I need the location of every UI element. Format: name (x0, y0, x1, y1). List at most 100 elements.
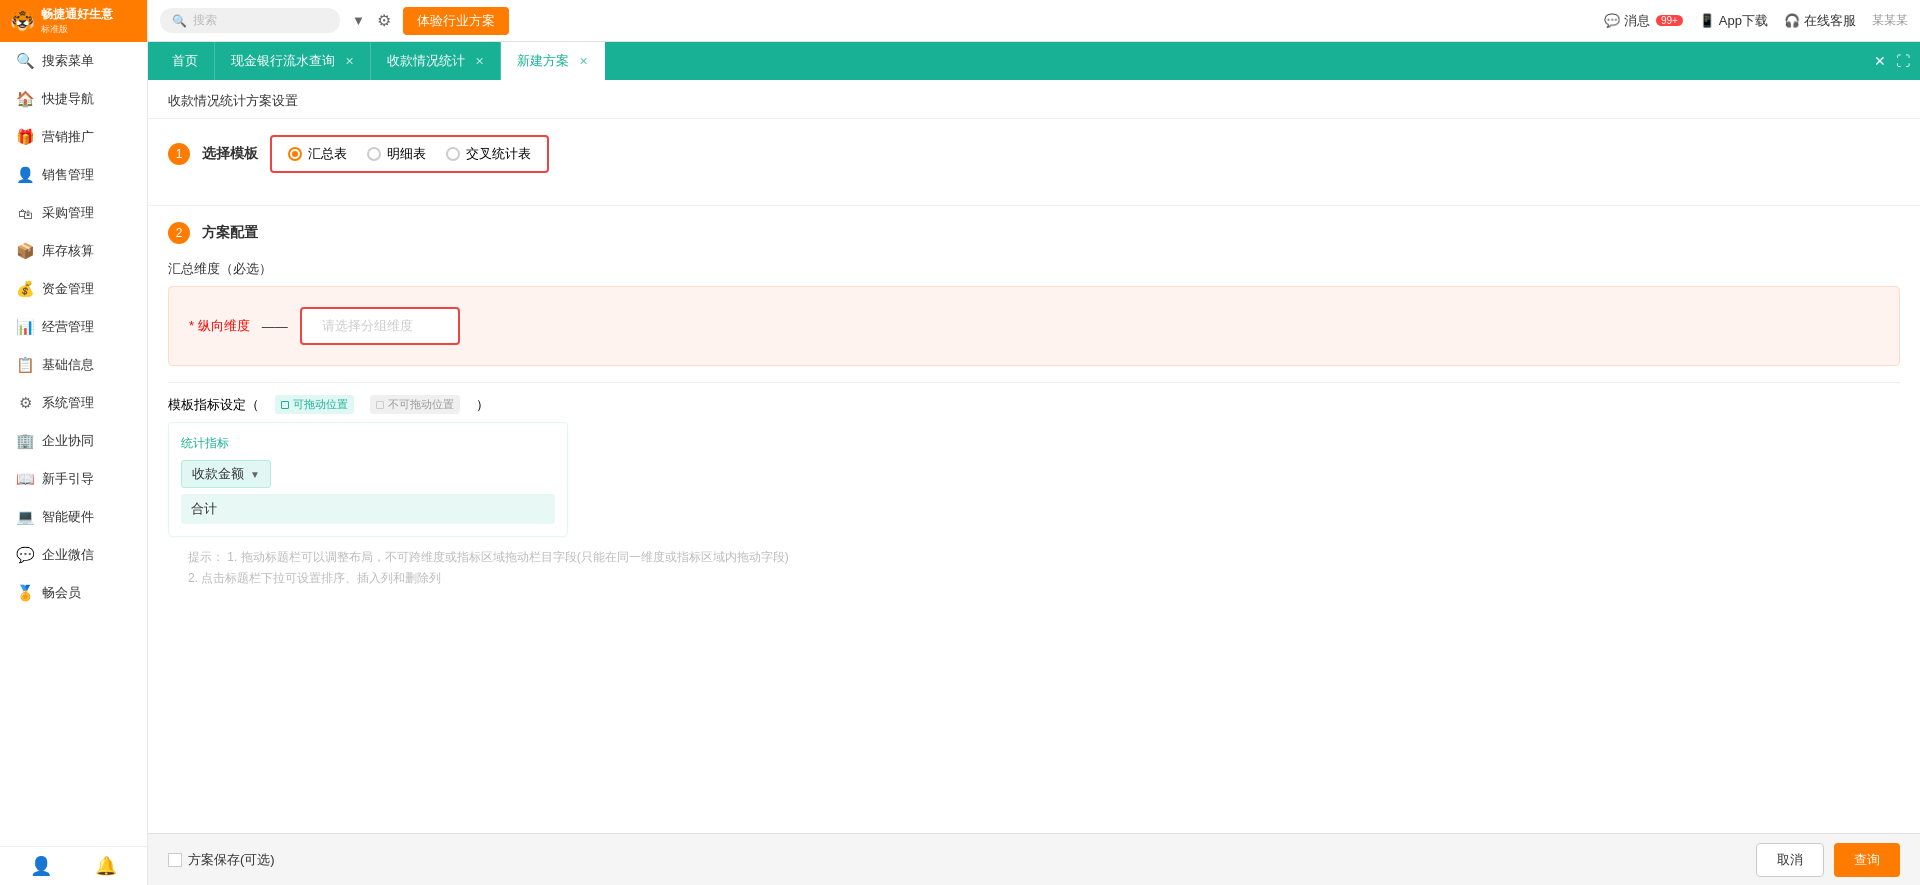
sidebar-item-member[interactable]: 🏅 畅会员 (0, 574, 147, 612)
dim-arrow: —— (262, 319, 288, 334)
close-all-tabs-icon[interactable]: ✕ (1874, 53, 1886, 69)
tab-bank-flow[interactable]: 现金银行流水查询 ✕ (215, 42, 371, 80)
step2-row: 2 方案配置 (168, 222, 1900, 244)
support-icon: 🎧 (1784, 13, 1800, 28)
sidebar-bottom-icon2[interactable]: 🔔 (95, 855, 117, 877)
sidebar-label-basic-info: 基础信息 (42, 356, 94, 374)
sidebar-label-wechat: 企业微信 (42, 546, 94, 564)
step1-circle: 1 (168, 143, 190, 165)
sidebar-item-quick-nav[interactable]: 🏠 快捷导航 (0, 80, 147, 118)
sidebar-label-smart-hw: 智能硬件 (42, 508, 94, 526)
sidebar-item-smart-hw[interactable]: 💻 智能硬件 (0, 498, 147, 536)
username: 某某某 (1872, 12, 1908, 29)
sidebar-item-operation[interactable]: 📊 经营管理 (0, 308, 147, 346)
topbar-gear-icon[interactable]: ⚙ (377, 11, 391, 30)
topbar-dropdown-arrow[interactable]: ▼ (352, 13, 365, 28)
vertical-dim-label: * 纵向维度 (189, 317, 250, 335)
sidebar-item-sales[interactable]: 👤 销售管理 (0, 156, 147, 194)
metric-chip[interactable]: 收款金额 ▼ (181, 460, 271, 488)
radio-detail[interactable]: 明细表 (367, 145, 426, 163)
sidebar-item-enterprise[interactable]: 🏢 企业协同 (0, 422, 147, 460)
draggable-badge: 可拖动位置 (275, 395, 354, 414)
metrics-close: ） (476, 396, 489, 414)
radio-cross[interactable]: 交叉统计表 (446, 145, 531, 163)
content-area: 收款情况统计方案设置 1 选择模板 汇总表 (148, 80, 1920, 833)
tip1: 提示： 1. 拖动标题栏可以调整布局，不可跨维度或指标区域拖动栏目字段(只能在同… (188, 549, 1880, 566)
sidebar-item-inventory[interactable]: 📦 库存核算 (0, 232, 147, 270)
sidebar-logo: 🐯 畅捷通好生意 标准版 (0, 0, 147, 42)
metrics-label-row: 模板指标设定（ 可拖动位置 不可拖动位置 ） (168, 395, 1900, 414)
sidebar-item-finance[interactable]: 💰 资金管理 (0, 270, 147, 308)
dim-selector[interactable]: 请选择分组维度 (300, 307, 460, 345)
sidebar-item-purchase[interactable]: 🛍 采购管理 (0, 194, 147, 232)
logo-text: 畅捷通好生意 (41, 6, 113, 23)
sidebar-label-member: 畅会员 (42, 584, 81, 602)
sales-icon: 👤 (16, 166, 34, 184)
tab-new-plan-label: 新建方案 (517, 52, 569, 70)
sidebar-item-newbie[interactable]: 📖 新手引导 (0, 460, 147, 498)
search-placeholder: 搜索 (193, 12, 217, 29)
topbar: 🔍 搜索 ▼ ⚙ 体验行业方案 💬 消息 99+ 📱 App下载 🎧 在线客服 … (148, 0, 1920, 42)
tab-new-plan-close-icon[interactable]: ✕ (579, 55, 588, 68)
notification-item[interactable]: 💬 消息 99+ (1604, 12, 1683, 30)
sidebar-label-inventory: 库存核算 (42, 242, 94, 260)
sidebar-bottom-icon1[interactable]: 👤 (30, 855, 52, 877)
radio-summary-dot (292, 151, 298, 157)
non-draggable-badge: 不可拖动位置 (370, 395, 460, 414)
trial-button[interactable]: 体验行业方案 (403, 7, 509, 35)
download-item[interactable]: 📱 App下载 (1699, 12, 1768, 30)
tab-bar: 首页 现金银行流水查询 ✕ 收款情况统计 ✕ 新建方案 ✕ ✕ ⛶ (148, 42, 1920, 80)
tab-bank-flow-close-icon[interactable]: ✕ (345, 55, 354, 68)
sidebar-label-system: 系统管理 (42, 394, 94, 412)
support-item[interactable]: 🎧 在线客服 (1784, 12, 1856, 30)
sidebar-label-quick-nav: 快捷导航 (42, 90, 94, 108)
system-icon: ⚙ (16, 394, 34, 412)
query-button[interactable]: 查询 (1834, 843, 1900, 877)
sidebar: 🐯 畅捷通好生意 标准版 🔍 搜索菜单 🏠 快捷导航 🎁 营销推广 👤 销售管理… (0, 0, 148, 885)
save-checkbox[interactable] (168, 853, 182, 867)
sidebar-item-search-menu[interactable]: 🔍 搜索菜单 (0, 42, 147, 80)
sidebar-label-operation: 经营管理 (42, 318, 94, 336)
logo-badge: 标准版 (41, 23, 113, 36)
metric-chip-down-icon: ▼ (250, 469, 260, 480)
save-option: 方案保存(可选) (168, 851, 275, 869)
draggable-label: 可拖动位置 (293, 397, 348, 412)
search-menu-icon: 🔍 (16, 52, 34, 70)
config-area: 汇总维度（必选） * 纵向维度 —— 请选择分组维度 模板指标设定（ (168, 260, 1900, 603)
non-draggable-label: 不可拖动位置 (388, 397, 454, 412)
notification-badge: 99+ (1656, 15, 1683, 26)
tips-section: 提示： 1. 拖动标题栏可以调整布局，不可跨维度或指标区域拖动栏目字段(只能在同… (168, 537, 1900, 603)
tab-receipt-stat[interactable]: 收款情况统计 ✕ (371, 42, 501, 80)
download-icon: 📱 (1699, 13, 1715, 28)
tab-receipt-stat-close-icon[interactable]: ✕ (475, 55, 484, 68)
enterprise-icon: 🏢 (16, 432, 34, 450)
vertical-dim-row: * 纵向维度 —— 请选择分组维度 (189, 307, 1879, 345)
tab-home[interactable]: 首页 (148, 42, 215, 80)
sidebar-item-marketing[interactable]: 🎁 营销推广 (0, 118, 147, 156)
save-label: 方案保存(可选) (188, 851, 275, 869)
search-box[interactable]: 🔍 搜索 (160, 8, 340, 33)
cancel-button[interactable]: 取消 (1756, 843, 1824, 877)
template-selector: 汇总表 明细表 交叉统计表 (270, 135, 549, 173)
sidebar-label-marketing: 营销推广 (42, 128, 94, 146)
sidebar-label-finance: 资金管理 (42, 280, 94, 298)
metric-chip-label: 收款金额 (192, 465, 244, 483)
tab-bank-flow-label: 现金银行流水查询 (231, 52, 335, 70)
sidebar-bottom: 👤 🔔 (0, 846, 147, 885)
step2-circle: 2 (168, 222, 190, 244)
dimension-box: * 纵向维度 —— 请选择分组维度 (168, 286, 1900, 366)
sidebar-item-wechat[interactable]: 💬 企业微信 (0, 536, 147, 574)
metric-total-row: 合计 (181, 494, 555, 524)
inventory-icon: 📦 (16, 242, 34, 260)
tab-home-label: 首页 (172, 52, 198, 70)
wechat-icon: 💬 (16, 546, 34, 564)
sidebar-item-system[interactable]: ⚙ 系统管理 (0, 384, 147, 422)
sidebar-label-enterprise: 企业协同 (42, 432, 94, 450)
radio-detail-label: 明细表 (387, 145, 426, 163)
tab-new-plan[interactable]: 新建方案 ✕ (501, 42, 605, 80)
radio-summary[interactable]: 汇总表 (288, 145, 347, 163)
sidebar-item-basic-info[interactable]: 📋 基础信息 (0, 346, 147, 384)
maximize-icon[interactable]: ⛶ (1896, 53, 1910, 69)
main-area: 🔍 搜索 ▼ ⚙ 体验行业方案 💬 消息 99+ 📱 App下载 🎧 在线客服 … (148, 0, 1920, 885)
purchase-icon: 🛍 (16, 204, 34, 222)
